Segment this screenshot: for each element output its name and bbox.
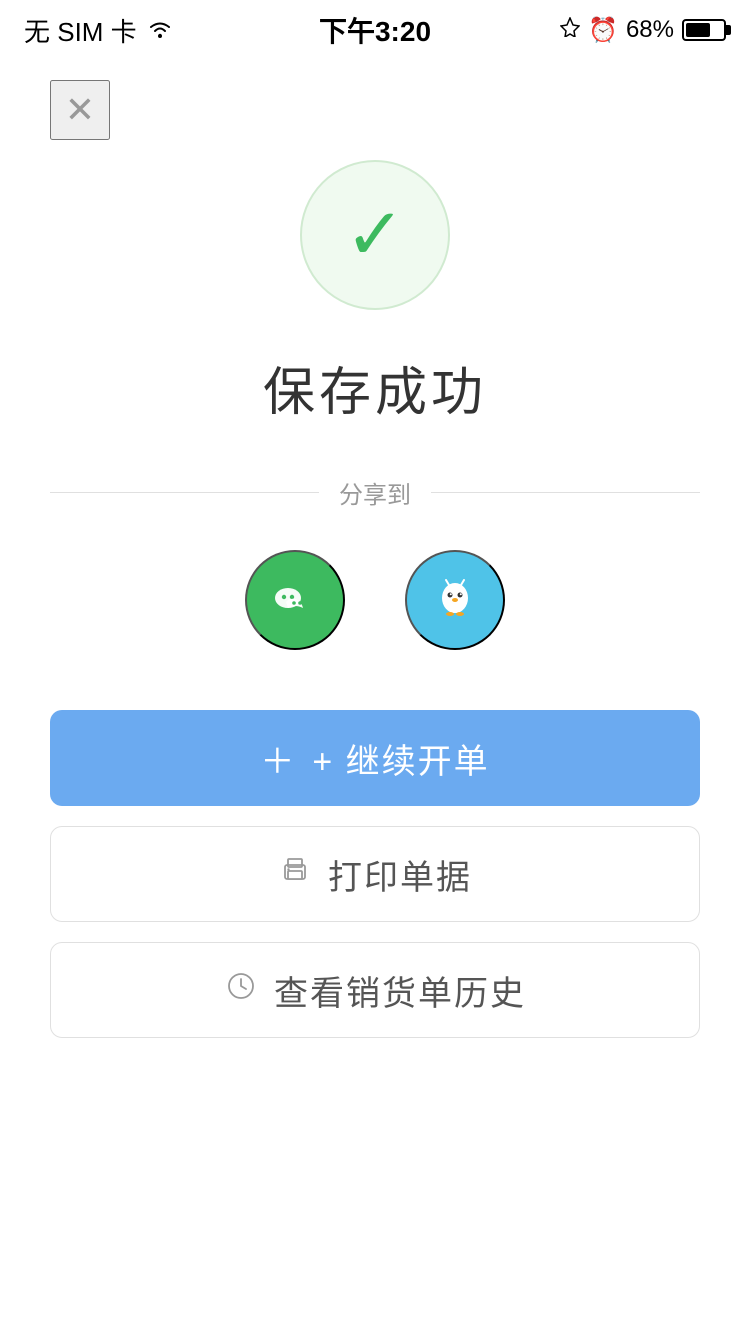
continue-button[interactable]: ＋ + 继续开单 <box>50 710 700 806</box>
print-button[interactable]: 打印单据 <box>50 826 700 922</box>
status-bar-time: 下午3:20 <box>319 10 431 50</box>
close-button[interactable]: ✕ <box>50 80 110 140</box>
history-label: 查看销货单历史 <box>274 966 526 1015</box>
battery-icon <box>682 19 726 41</box>
print-icon <box>278 853 312 896</box>
wechat-icon <box>267 572 323 628</box>
checkmark-icon: ✓ <box>345 199 405 271</box>
divider-right <box>431 492 700 493</box>
close-icon: ✕ <box>65 89 95 131</box>
qq-icon <box>427 572 483 628</box>
status-bar: 无 SIM 卡 下午3:20 ⏰ 68% <box>0 0 750 60</box>
action-buttons: ＋ + 继续开单 打印单据 查看销货单历史 <box>50 710 700 1038</box>
location-icon <box>560 16 580 44</box>
history-icon <box>224 969 258 1012</box>
battery-percentage: 68% <box>626 16 674 44</box>
plus-icon: ＋ <box>260 734 296 783</box>
status-bar-left: 无 SIM 卡 <box>24 12 173 49</box>
share-divider: 分享到 <box>50 475 700 510</box>
share-wechat-button[interactable] <box>245 550 345 650</box>
share-qq-button[interactable] <box>405 550 505 650</box>
success-indicator: ✓ <box>300 160 450 310</box>
main-content: ✕ ✓ 保存成功 分享到 <box>0 60 750 1098</box>
history-button[interactable]: 查看销货单历史 <box>50 942 700 1038</box>
wifi-icon <box>147 15 173 46</box>
status-bar-right: ⏰ 68% <box>560 16 726 45</box>
continue-label: + 继续开单 <box>312 734 489 783</box>
print-label: 打印单据 <box>328 850 472 899</box>
divider-left <box>50 492 319 493</box>
alarm-icon: ⏰ <box>588 16 618 45</box>
share-label: 分享到 <box>339 475 411 510</box>
share-icons-row <box>245 550 505 650</box>
carrier-label: 无 SIM 卡 <box>24 12 137 49</box>
success-title: 保存成功 <box>263 350 487 425</box>
